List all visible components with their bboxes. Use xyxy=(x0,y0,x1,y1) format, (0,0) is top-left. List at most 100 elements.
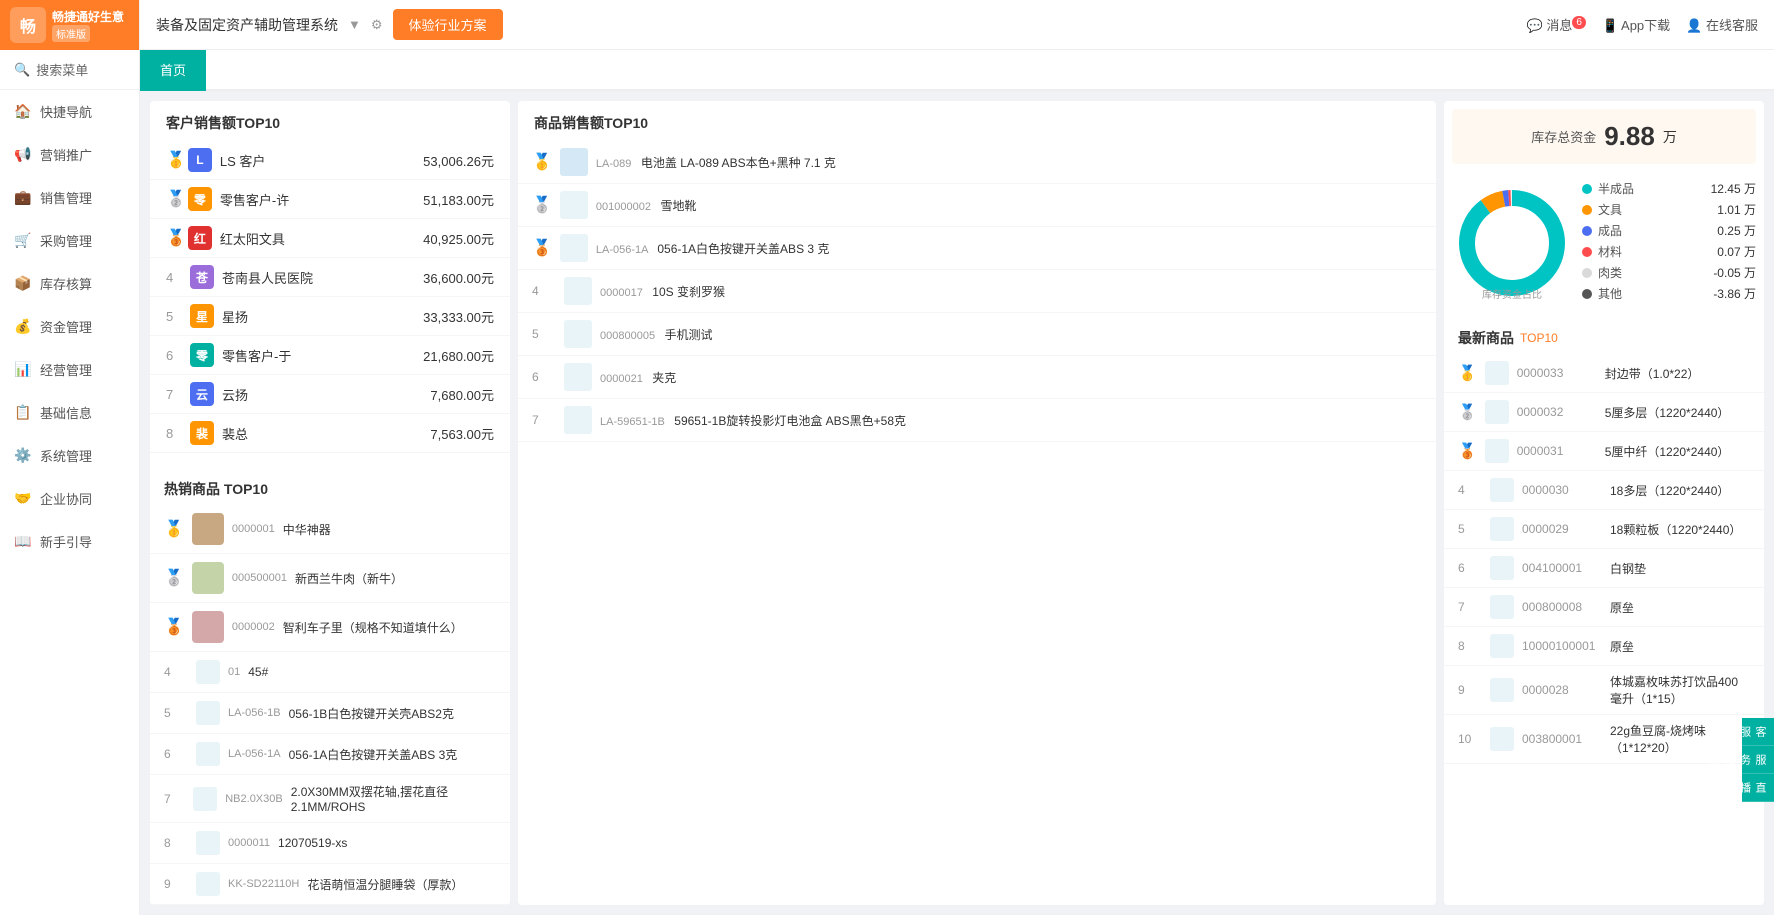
legend-dot xyxy=(1582,289,1592,299)
medal-1: 🥇 xyxy=(166,150,186,170)
sidebar-item-kuaijie[interactable]: 🏠 快捷导航 xyxy=(0,90,139,133)
sidebar-item-kucun[interactable]: 📦 库存核算 xyxy=(0,262,139,305)
hot-prod-img xyxy=(196,660,220,684)
collab-icon: 🤝 xyxy=(14,490,32,508)
customer-ranking-title: 客户销售额TOP10 xyxy=(150,101,510,141)
product-rank-list: 🥇 LA-089 电池盖 LA-089 ABS本色+黑种 7.1 克 🥈 001… xyxy=(518,141,1436,442)
online-service-btn[interactable]: 👤 在线客服 xyxy=(1686,15,1758,34)
inventory-total-card: 库存总资金 9.88 万 xyxy=(1452,109,1756,164)
legend-dot xyxy=(1582,205,1592,215)
sidebar-item-xiaoshou[interactable]: 💼 销售管理 xyxy=(0,176,139,219)
new-medal-1: 🥇 xyxy=(1458,364,1477,382)
hot-products-section: 热销商品 TOP10 🥇 0000001 中华神器 🥈 000500001 新西… xyxy=(150,469,510,905)
tab-home[interactable]: 首页 xyxy=(140,50,206,91)
main-area: 装备及固定资产辅助管理系统 ▼ ⚙ 体验行业方案 💬 消息6 📱 App下载 👤… xyxy=(140,0,1774,915)
prod-img xyxy=(560,148,588,176)
inventory-value: 9.88 xyxy=(1604,121,1655,152)
list-item: 🥈 000500001 新西兰牛肉（新牛） xyxy=(150,554,510,603)
prod-img xyxy=(564,363,592,391)
message-btn[interactable]: 💬 消息6 xyxy=(1527,15,1586,34)
try-plan-button[interactable]: 体验行业方案 xyxy=(393,9,503,40)
new-prod-img xyxy=(1490,478,1514,502)
logo-icon: 畅 xyxy=(10,7,46,43)
search-icon: 🔍 xyxy=(14,62,30,78)
table-row: 6 零 零售客户-于 21,680.00元 xyxy=(150,336,510,375)
sidebar-item-zijin[interactable]: 💰 资金管理 xyxy=(0,305,139,348)
hot-prod-img xyxy=(192,562,224,594)
hot-prod-img xyxy=(196,742,220,766)
content-area: 客户销售额TOP10 🥇 L LS 客户 53,006.26元 🥈 零 零售客户… xyxy=(140,91,1774,915)
float-btn-kefu[interactable]: 客服热线 xyxy=(1742,718,1774,746)
sidebar-item-caigou[interactable]: 🛒 采购管理 xyxy=(0,219,139,262)
hot-prod-img xyxy=(196,872,220,896)
float-buttons: 客服热线 服务社区 直播 xyxy=(1742,718,1774,802)
table-row: 4 苍 苍南县人民医院 36,600.00元 xyxy=(150,258,510,297)
sidebar-item-xinshou[interactable]: 📖 新手引导 xyxy=(0,520,139,563)
sidebar-item-yingxiao[interactable]: 📢 营销推广 xyxy=(0,133,139,176)
list-item: 9 0000028 体城嘉枚味苏打饮品400毫升（1*15） xyxy=(1444,666,1764,715)
list-item: 4 01 45# xyxy=(150,652,510,693)
new-prod-img xyxy=(1490,678,1514,702)
float-btn-zhibo[interactable]: 直播 xyxy=(1742,774,1774,802)
legend-row: 肉类 -0.05 万 xyxy=(1582,264,1756,281)
legend-dot xyxy=(1582,184,1592,194)
sales-icon: 💼 xyxy=(14,189,32,207)
float-btn-fuwu[interactable]: 服务社区 xyxy=(1742,746,1774,774)
new-products-section: 最新商品 TOP10 🥇 0000033 封边带（1.0*22） 🥈 00000… xyxy=(1444,318,1764,764)
inventory-legend: 半成品 12.45 万 文具 1.01 万 成品 0.25 万 xyxy=(1572,180,1756,306)
rank-badge-4: 苍 xyxy=(190,265,214,289)
rank-badge-1: L xyxy=(188,148,212,172)
home-icon: 🏠 xyxy=(14,103,32,121)
sidebar-item-jichu[interactable]: 📋 基础信息 xyxy=(0,391,139,434)
sidebar-item-xitong[interactable]: ⚙️ 系统管理 xyxy=(0,434,139,477)
donut-svg xyxy=(1452,183,1572,303)
legend-row: 成品 0.25 万 xyxy=(1582,222,1756,239)
list-item: 🥉 0000002 智利车子里（规格不知道填什么） xyxy=(150,603,510,652)
rank-badge-6: 零 xyxy=(190,343,214,367)
list-item: 🥇 0000033 封边带（1.0*22） xyxy=(1444,354,1764,393)
sidebar-search[interactable]: 🔍 搜索菜单 xyxy=(0,50,139,90)
sidebar: 畅 畅捷通好生意 标准版 🔍 搜索菜单 🏠 快捷导航 📢 营销推广 💼 销售管理… xyxy=(0,0,140,915)
hot-prod-img xyxy=(196,701,220,725)
new-prod-img xyxy=(1490,595,1514,619)
legend-dot xyxy=(1582,226,1592,236)
table-row: 🥇 LA-089 电池盖 LA-089 ABS本色+黑种 7.1 克 xyxy=(518,141,1436,184)
rank-badge-7: 云 xyxy=(190,382,214,406)
legend-row: 材料 0.07 万 xyxy=(1582,243,1756,260)
new-products-header: 最新商品 TOP10 xyxy=(1444,318,1764,354)
app-download-btn[interactable]: 📱 App下载 xyxy=(1602,15,1670,34)
settings-gear-icon[interactable]: ⚙ xyxy=(371,17,383,33)
new-products-list: 🥇 0000033 封边带（1.0*22） 🥈 0000032 5厘多层（122… xyxy=(1444,354,1764,764)
topbar-right: 💬 消息6 📱 App下载 👤 在线客服 xyxy=(1527,15,1758,34)
list-item: 5 LA-056-1B 056-1B白色按键开关壳ABS2克 xyxy=(150,693,510,734)
list-item: 🥇 0000001 中华神器 xyxy=(150,505,510,554)
sidebar-item-xietong[interactable]: 🤝 企业协同 xyxy=(0,477,139,520)
inventory-unit: 万 xyxy=(1663,127,1677,147)
new-prod-img xyxy=(1485,361,1509,385)
legend-dot xyxy=(1582,247,1592,257)
legend-dot xyxy=(1582,268,1592,278)
prod-img xyxy=(564,277,592,305)
table-row: 🥇 L LS 客户 53,006.26元 xyxy=(150,141,510,180)
dropdown-icon[interactable]: ▼ xyxy=(348,17,361,32)
rank-badge-2: 零 xyxy=(188,187,212,211)
list-item: 6 LA-056-1A 056-1A白色按键开关盖ABS 3克 xyxy=(150,734,510,775)
prod-medal-1: 🥇 xyxy=(532,152,552,172)
prod-img xyxy=(564,406,592,434)
table-row: 5 星 星扬 33,333.00元 xyxy=(150,297,510,336)
sidebar-logo: 畅 畅捷通好生意 标准版 xyxy=(0,0,139,50)
sidebar-item-jingying[interactable]: 📊 经营管理 xyxy=(0,348,139,391)
hot-prod-img xyxy=(193,787,217,811)
basic-info-icon: 📋 xyxy=(14,404,32,422)
topbar-left: 装备及固定资产辅助管理系统 ▼ ⚙ 体验行业方案 xyxy=(156,9,503,40)
new-prod-img xyxy=(1490,634,1514,658)
donut-chart: 库存资金占比 xyxy=(1452,183,1572,303)
operations-icon: 📊 xyxy=(14,361,32,379)
new-prod-img xyxy=(1490,517,1514,541)
hot-prod-img xyxy=(192,611,224,643)
rank-badge-3: 红 xyxy=(188,226,212,250)
new-medal-3: 🥉 xyxy=(1458,442,1477,460)
list-item: 🥉 0000031 5厘中纤（1220*2440） xyxy=(1444,432,1764,471)
list-item: 7 NB2.0X30B 2.0X30MM双摆花轴,摆花直径2.1MM/ROHS xyxy=(150,775,510,823)
sidebar-nav: 🏠 快捷导航 📢 营销推广 💼 销售管理 🛒 采购管理 📦 库存核算 💰 资金管… xyxy=(0,90,139,915)
